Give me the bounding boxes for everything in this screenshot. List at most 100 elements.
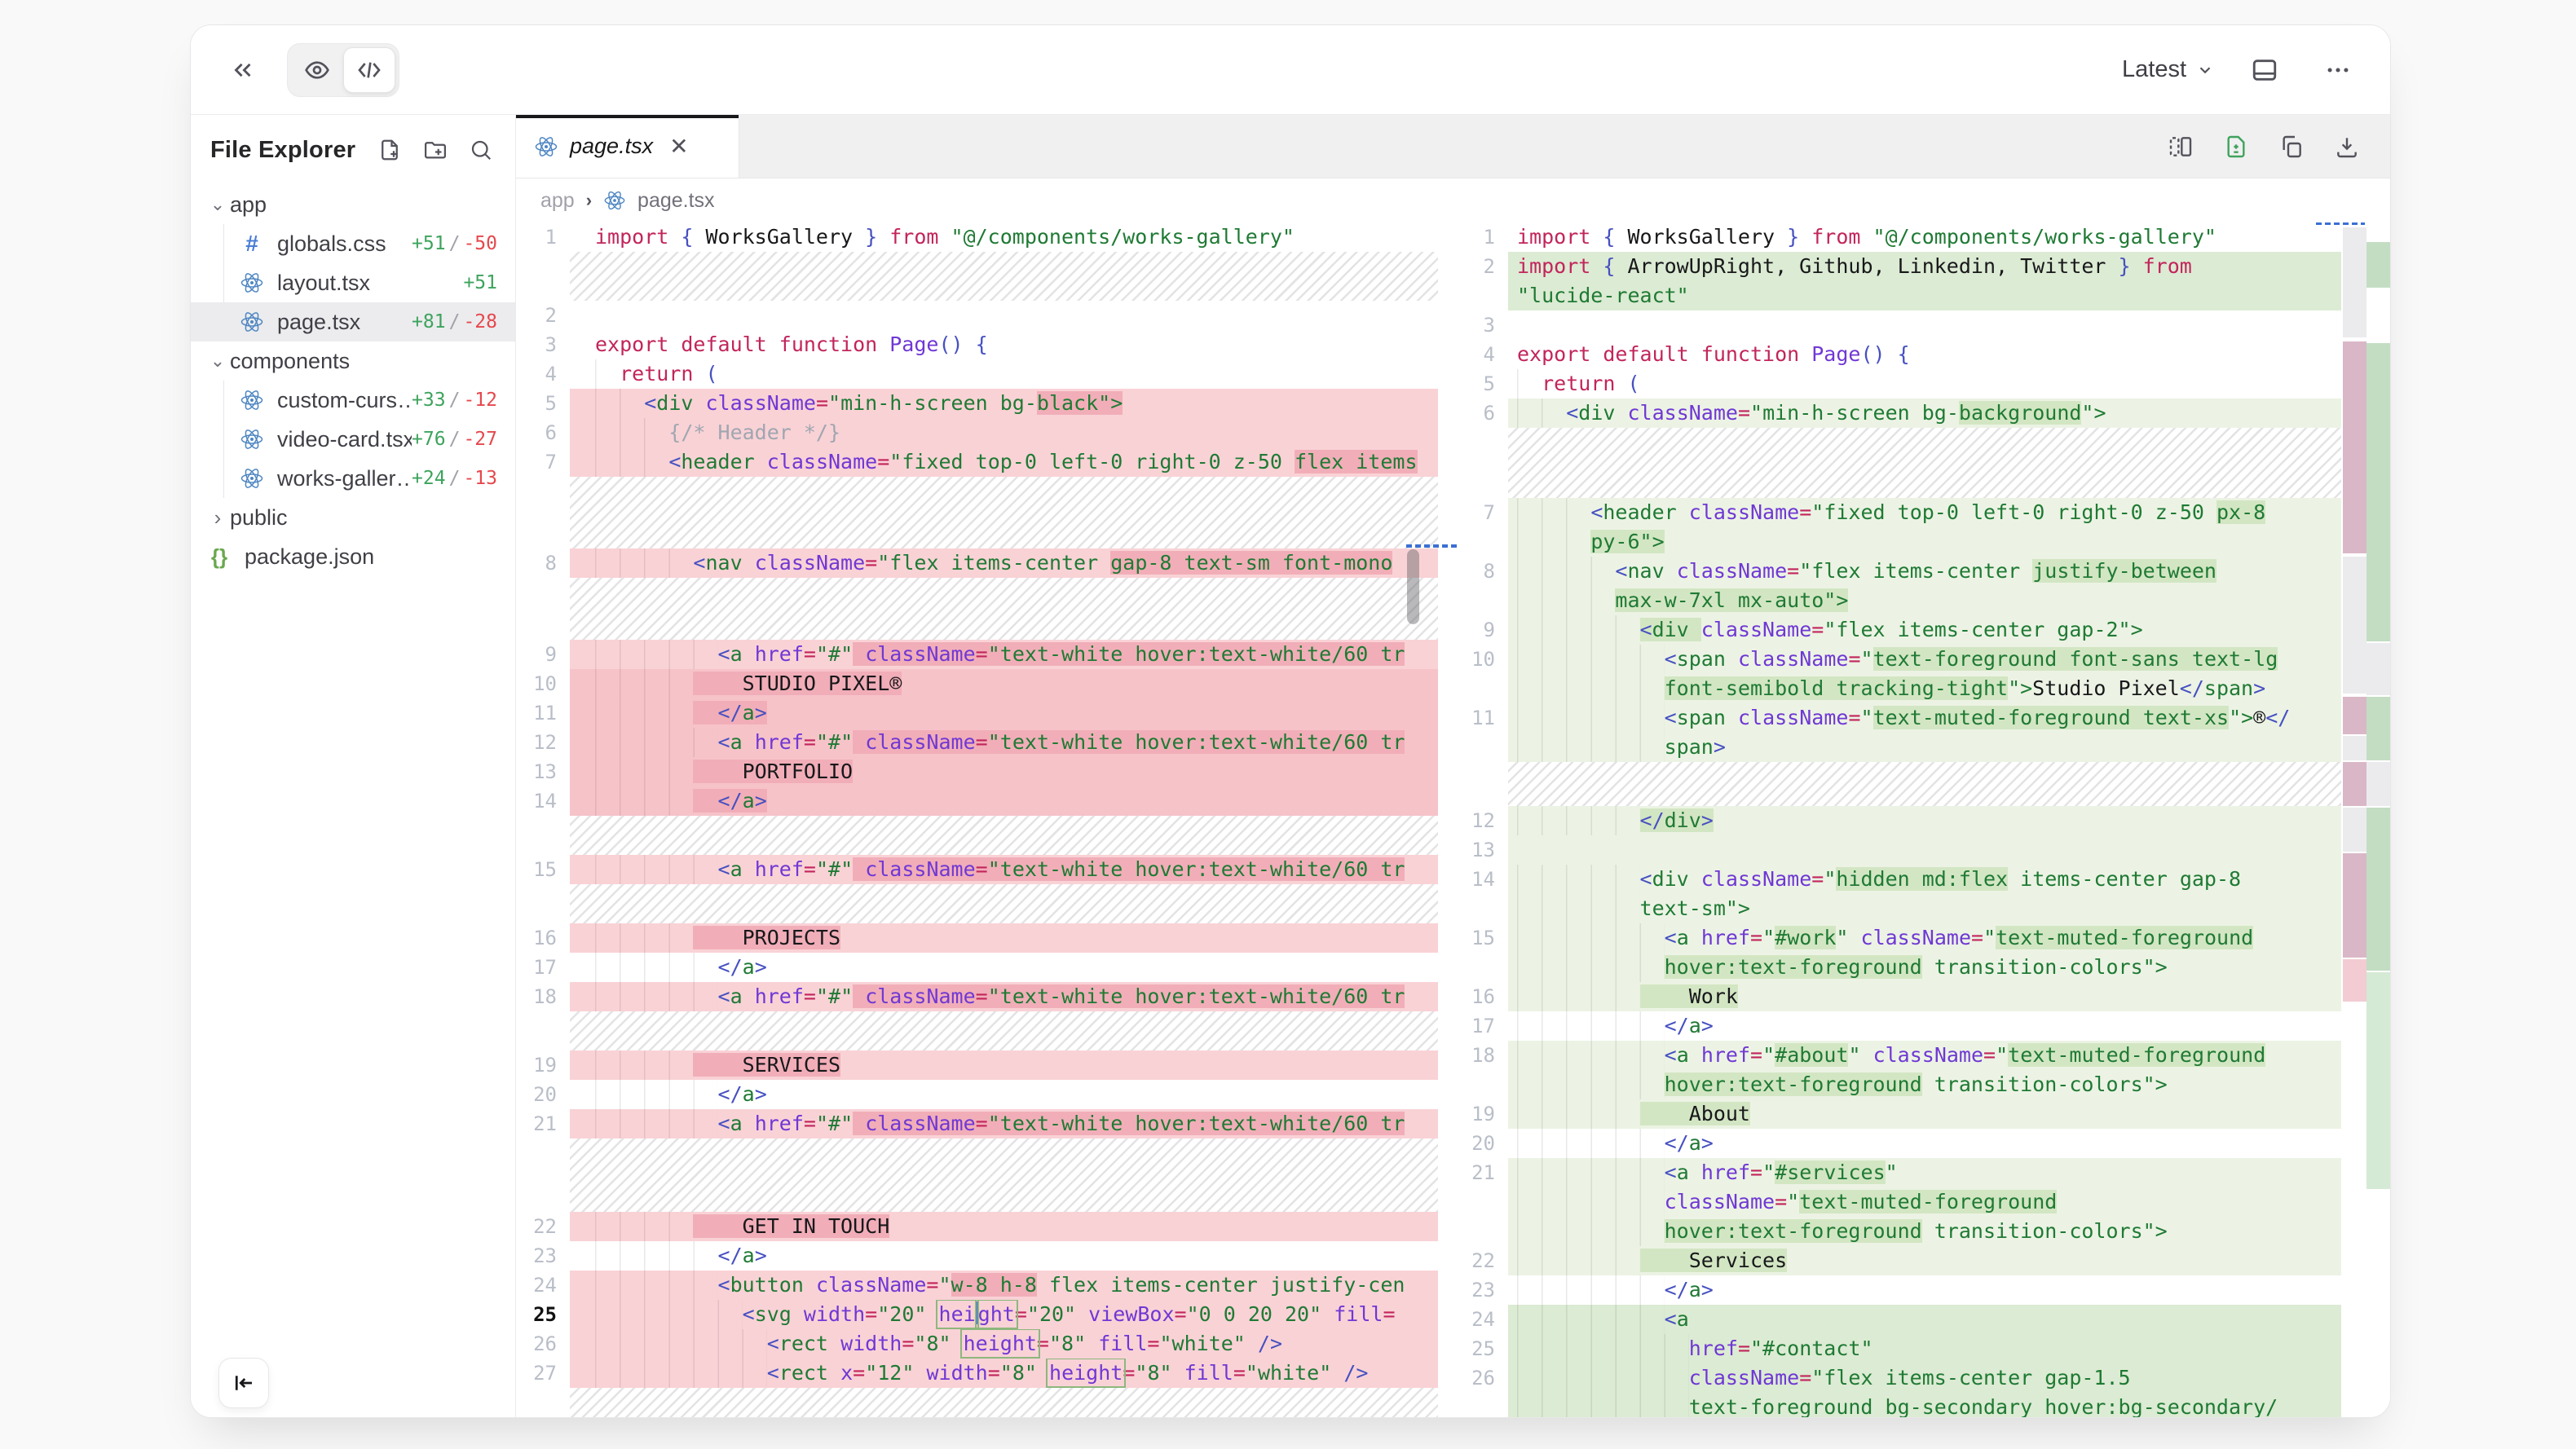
code-text[interactable]: About [1508, 1099, 2341, 1129]
line-number [1464, 894, 1508, 923]
code-text[interactable]: <header className="fixed top-0 left-0 ri… [1508, 498, 2341, 527]
code-text[interactable]: <nav className="flex items-center justif… [1508, 557, 2341, 586]
code-text[interactable]: return ( [1508, 369, 2341, 399]
code-text[interactable]: </a> [570, 698, 1438, 728]
code-text[interactable]: PORTFOLIO [570, 757, 1438, 786]
tab-page-tsx[interactable]: page.tsx ✕ [516, 115, 739, 178]
file-explorer-actions [372, 132, 499, 168]
left-pane-scrollbar-thumb[interactable] [1407, 549, 1419, 624]
code-text[interactable] [570, 301, 1438, 330]
code-text[interactable]: <svg width="20" height="20" viewBox="0 0… [570, 1300, 1438, 1329]
code-text[interactable]: <a href="#" className="text-white hover:… [570, 1109, 1438, 1138]
code-text[interactable]: PROJECTS [570, 923, 1438, 953]
copy-code-button[interactable] [2274, 130, 2309, 164]
code-text[interactable]: </a> [570, 786, 1438, 816]
code-text[interactable]: max-w-7xl mx-auto"> [1508, 586, 2341, 615]
code-text[interactable]: <a href="#work" className="text-muted-fo… [1508, 923, 2341, 953]
file-row-layout-tsx[interactable]: layout.tsx+51 [191, 263, 515, 302]
folder-row-public[interactable]: ›public [191, 498, 515, 537]
code-text[interactable]: hover:text-foreground transition-colors"… [1508, 1070, 2341, 1099]
code-text[interactable]: Services [1508, 1246, 2341, 1275]
version-dropdown[interactable]: Latest [2122, 56, 2214, 83]
code-text[interactable]: </a> [1508, 1011, 2341, 1041]
split-view-button[interactable] [2164, 130, 2198, 164]
code-text[interactable]: <rect x="12" width="8" height="8" fill="… [570, 1359, 1438, 1388]
code-text[interactable]: <a href="#about" className="text-muted-f… [1508, 1041, 2341, 1070]
breadcrumb-file[interactable]: page.tsx [637, 189, 715, 213]
diff-count-badge: +76/-27 [412, 429, 497, 450]
code-text[interactable]: hover:text-foreground transition-colors"… [1508, 1217, 2341, 1246]
file-row-package-json[interactable]: {}package.json [191, 537, 515, 576]
code-text[interactable]: import { WorksGallery } from "@/componen… [1508, 222, 2341, 252]
code-text[interactable]: <div className="hidden md:flex items-cen… [1508, 865, 2341, 894]
code-text[interactable]: span> [1508, 733, 2341, 762]
code-text[interactable]: font-semibold tracking-tight">Studio Pix… [1508, 674, 2341, 703]
code-text[interactable]: <span className="text-foreground font-sa… [1508, 645, 2341, 674]
code-text[interactable] [1508, 310, 2341, 340]
code-text[interactable]: <div className="min-h-screen bg-black"> [570, 389, 1438, 418]
code-text[interactable]: import { WorksGallery } from "@/componen… [570, 222, 1438, 252]
code-text[interactable]: import { ArrowUpRight, Github, Linkedin,… [1508, 252, 2341, 281]
code-text[interactable]: <a href="#services" [1508, 1158, 2341, 1187]
code-text[interactable]: return ( [570, 359, 1438, 389]
tab-close-icon[interactable]: ✕ [669, 133, 688, 160]
new-folder-button[interactable] [417, 132, 453, 168]
collapse-sidebar-button[interactable] [220, 47, 266, 93]
new-file-button[interactable] [372, 132, 408, 168]
code-text[interactable]: </div> [1508, 806, 2341, 835]
code-text[interactable]: <a href="#" className="text-white hover:… [570, 855, 1438, 884]
code-text[interactable]: <a href="#" className="text-white hover:… [570, 728, 1438, 757]
code-text[interactable]: <a href="#" className="text-white hover:… [570, 640, 1438, 669]
code-text[interactable]: <a [1508, 1305, 2341, 1334]
code-text[interactable]: </a> [570, 953, 1438, 982]
code-text[interactable]: <a href="#" className="text-white hover:… [570, 982, 1438, 1011]
code-text[interactable]: export default function Page() { [570, 330, 1438, 359]
folder-row-components[interactable]: ⌄components [191, 341, 515, 381]
code-text[interactable]: </a> [1508, 1129, 2341, 1158]
breadcrumb-folder[interactable]: app [540, 189, 575, 213]
code-text[interactable]: className="flex items-center gap-1.5 [1508, 1363, 2341, 1393]
code-text[interactable]: </a> [570, 1080, 1438, 1109]
line-number: 3 [1464, 310, 1508, 340]
download-button[interactable] [2330, 130, 2364, 164]
code-text[interactable]: <nav className="flex items-center gap-8 … [570, 548, 1438, 578]
code-text[interactable]: hover:text-foreground transition-colors"… [1508, 953, 2341, 982]
view-diff-button[interactable] [2219, 130, 2253, 164]
code-text[interactable]: py-6"> [1508, 527, 2341, 557]
diff-minimap[interactable] [2343, 222, 2390, 1418]
code-text[interactable]: className="text-muted-foreground [1508, 1187, 2341, 1217]
file-name: custom-curs… [277, 388, 412, 413]
code-text[interactable]: Work [1508, 982, 2341, 1011]
file-row-works-galler-[interactable]: works-galler…+24/-13 [191, 459, 515, 498]
file-row-page-tsx[interactable]: page.tsx+81/-28 [191, 302, 515, 341]
code-text[interactable]: text-sm"> [1508, 894, 2341, 923]
code-text[interactable]: text-foreground bg-secondary hover:bg-se… [1508, 1393, 2341, 1418]
code-text[interactable]: </a> [570, 1241, 1438, 1271]
file-row-globals-css[interactable]: #globals.css+51/-50 [191, 224, 515, 263]
code-text[interactable]: href="#contact" [1508, 1334, 2341, 1363]
file-row-custom-curs-[interactable]: custom-curs…+33/-12 [191, 381, 515, 420]
collapse-panel-button[interactable] [218, 1358, 269, 1408]
search-files-button[interactable] [463, 132, 499, 168]
more-options-button[interactable] [2315, 47, 2361, 93]
code-text[interactable]: "lucide-react" [1508, 281, 2341, 310]
code-text[interactable]: <div className="min-h-screen bg-backgrou… [1508, 399, 2341, 428]
file-row-video-card-tsx[interactable]: video-card.tsx+76/-27 [191, 420, 515, 459]
code-text[interactable]: STUDIO PIXEL® [570, 669, 1438, 698]
code-view-toggle[interactable] [343, 47, 395, 93]
code-text[interactable]: <rect width="8" height="8" fill="white" … [570, 1329, 1438, 1359]
folder-row-app[interactable]: ⌄app [191, 185, 515, 224]
code-text[interactable]: GET IN TOUCH [570, 1212, 1438, 1241]
code-text[interactable]: <span className="text-muted-foreground t… [1508, 703, 2341, 733]
code-text[interactable]: <header className="fixed top-0 left-0 ri… [570, 447, 1438, 477]
preview-eye-toggle[interactable] [291, 47, 343, 93]
code-text[interactable] [1508, 835, 2341, 865]
code-line: 3export default function Page() { [516, 330, 1438, 359]
code-text[interactable]: <button className="w-8 h-8 flex items-ce… [570, 1271, 1438, 1300]
code-text[interactable]: </a> [1508, 1275, 2341, 1305]
code-text[interactable]: export default function Page() { [1508, 340, 2341, 369]
panel-bottom-button[interactable] [2242, 47, 2287, 93]
code-text[interactable]: <div className="flex items-center gap-2"… [1508, 615, 2341, 645]
code-text[interactable]: {/* Header */} [570, 418, 1438, 447]
code-text[interactable]: SERVICES [570, 1050, 1438, 1080]
